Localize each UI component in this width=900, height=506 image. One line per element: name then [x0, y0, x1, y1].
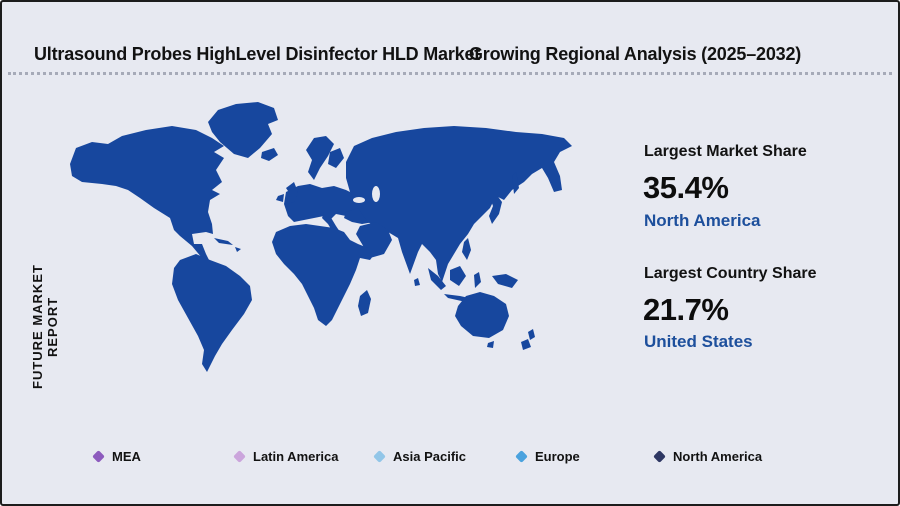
stat-region-largest-market-share: North America [644, 211, 761, 230]
legend-dot-asia-pacific [373, 450, 386, 463]
world-map-svg [70, 102, 572, 372]
watermark-vertical-text: FUTURE MARKET REPORT [30, 264, 60, 390]
legend-item-europe: Europe [515, 449, 580, 464]
caspian-sea-cutout [372, 186, 380, 202]
page-title: Ultrasound Probes HighLevel Disinfector … [34, 44, 481, 64]
legend-item-north-america: North America [653, 449, 763, 464]
infographic-frame: Ultrasound Probes HighLevel Disinfector … [0, 0, 900, 506]
legend-item-latin-america: Latin America [233, 449, 339, 464]
black-sea-cutout [353, 197, 365, 203]
legend-label-mea: MEA [112, 449, 141, 464]
legend-dot-latin-america [233, 450, 246, 463]
legend-item-asia-pacific: Asia Pacific [373, 449, 466, 464]
header: Ultrasound Probes HighLevel Disinfector … [2, 2, 898, 72]
legend-dot-europe [515, 450, 528, 463]
page-title-overlay: Growing Regional Analysis (2025–2032) [469, 44, 802, 64]
stat-region-largest-country-share: United States [644, 332, 753, 351]
stat-value-largest-market-share: 35.4% [643, 170, 729, 205]
legend-dot-north-america [653, 450, 666, 463]
legend-label-asia-pacific: Asia Pacific [393, 449, 466, 464]
legend-item-mea: MEA [92, 449, 141, 464]
world-map [62, 92, 622, 422]
legend-label-latin-america: Latin America [253, 449, 339, 464]
legend-dot-mea [92, 450, 105, 463]
stat-label-largest-country-share: Largest Country Share [644, 265, 817, 282]
legend-label-europe: Europe [535, 449, 580, 464]
stat-label-largest-market-share: Largest Market Share [644, 143, 807, 160]
stat-value-largest-country-share: 21.7% [643, 292, 729, 327]
world-map-landmass [70, 102, 572, 372]
dotted-divider [8, 72, 892, 75]
legend-label-north-america: North America [673, 449, 763, 464]
